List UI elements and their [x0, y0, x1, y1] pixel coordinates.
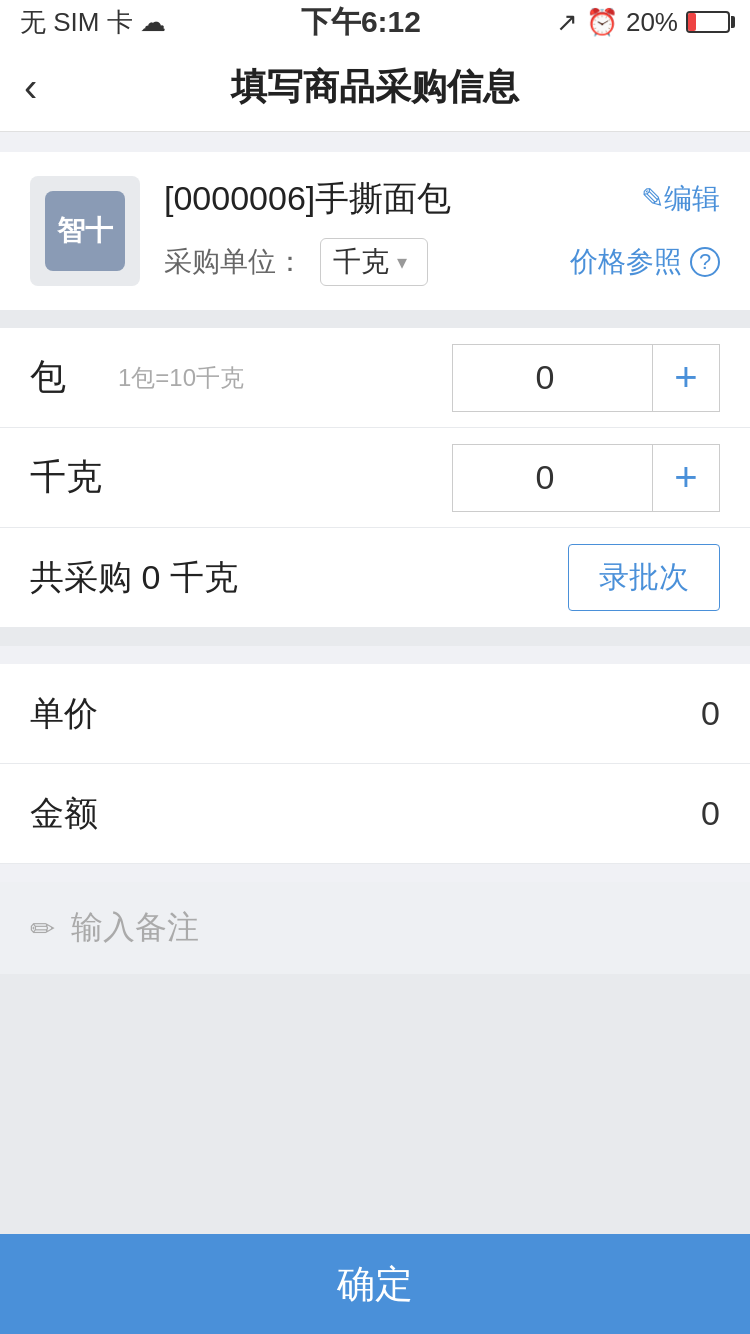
purchase-unit-label: 采购单位：	[164, 243, 304, 281]
dropdown-arrow-icon: ▾	[397, 250, 407, 274]
status-bar: 无 SIM 卡 ☁ 下午6:12 ↗ ⏰ 20%	[0, 0, 750, 44]
product-card: 智十 [0000006]手撕面包 ✎编辑 采购单位： 千克 ▾ 价格参照 ?	[0, 152, 750, 310]
kg-plus-button[interactable]: +	[652, 444, 720, 512]
confirm-button-label: 确定	[337, 1259, 413, 1310]
product-logo: 智十	[45, 191, 125, 271]
status-left: 无 SIM 卡 ☁	[20, 5, 166, 40]
total-purchase-text: 共采购 0 千克	[30, 555, 238, 601]
product-name-row: [0000006]手撕面包 ✎编辑	[164, 176, 720, 222]
unit-price-row: 单价 0	[0, 664, 750, 764]
unit-price-label: 单价	[30, 691, 98, 737]
amount-row: 金额 0	[0, 764, 750, 864]
kg-input-control: +	[452, 444, 720, 512]
back-button[interactable]: ‹	[24, 65, 37, 110]
pack-input-control: +	[452, 344, 720, 412]
pack-input-row: 包 1包=10千克 +	[0, 328, 750, 428]
battery-icon	[686, 11, 730, 33]
product-info: [0000006]手撕面包 ✎编辑 采购单位： 千克 ▾ 价格参照 ?	[164, 176, 720, 286]
kg-input-row: 千克 +	[0, 428, 750, 528]
amount-label: 金额	[30, 791, 98, 837]
unit-value: 千克	[333, 243, 389, 281]
kg-quantity-input[interactable]	[452, 444, 652, 512]
unit-price-value: 0	[701, 694, 720, 733]
confirm-button[interactable]: 确定	[0, 1234, 750, 1334]
nav-header: ‹ 填写商品采购信息	[0, 44, 750, 132]
product-name: [0000006]手撕面包	[164, 176, 451, 222]
unit-selector[interactable]: 千克 ▾	[320, 238, 428, 286]
summary-row: 共采购 0 千克 录批次	[0, 528, 750, 628]
page-title: 填写商品采购信息	[231, 63, 519, 112]
battery-percent: 20%	[626, 7, 678, 38]
alarm-icon: ⏰	[586, 7, 618, 38]
status-time: 下午6:12	[301, 2, 421, 43]
edit-button[interactable]: ✎编辑	[641, 180, 720, 218]
price-ref-button[interactable]: 价格参照 ?	[570, 243, 720, 281]
note-section[interactable]: ✏ 输入备注	[0, 882, 750, 974]
pack-sublabel: 1包=10千克	[118, 362, 452, 394]
product-image: 智十	[30, 176, 140, 286]
location-icon: ↗	[556, 7, 578, 38]
pack-label: 包	[30, 353, 110, 402]
pencil-icon: ✏	[30, 911, 55, 946]
note-placeholder-text: 输入备注	[71, 906, 199, 950]
purchase-unit-row: 采购单位： 千克 ▾ 价格参照 ?	[164, 238, 720, 286]
price-section: 单价 0 金额 0	[0, 664, 750, 864]
kg-label: 千克	[30, 453, 110, 502]
divider-2	[0, 628, 750, 646]
amount-value: 0	[701, 794, 720, 833]
input-section: 包 1包=10千克 + 千克 +	[0, 328, 750, 528]
status-right: ↗ ⏰ 20%	[556, 7, 730, 38]
price-ref-label: 价格参照	[570, 243, 682, 281]
sim-status: 无 SIM 卡 ☁	[20, 5, 166, 40]
divider-1	[0, 310, 750, 328]
pack-plus-button[interactable]: +	[652, 344, 720, 412]
batch-record-button[interactable]: 录批次	[568, 544, 720, 611]
help-icon: ?	[690, 247, 720, 277]
pack-quantity-input[interactable]	[452, 344, 652, 412]
